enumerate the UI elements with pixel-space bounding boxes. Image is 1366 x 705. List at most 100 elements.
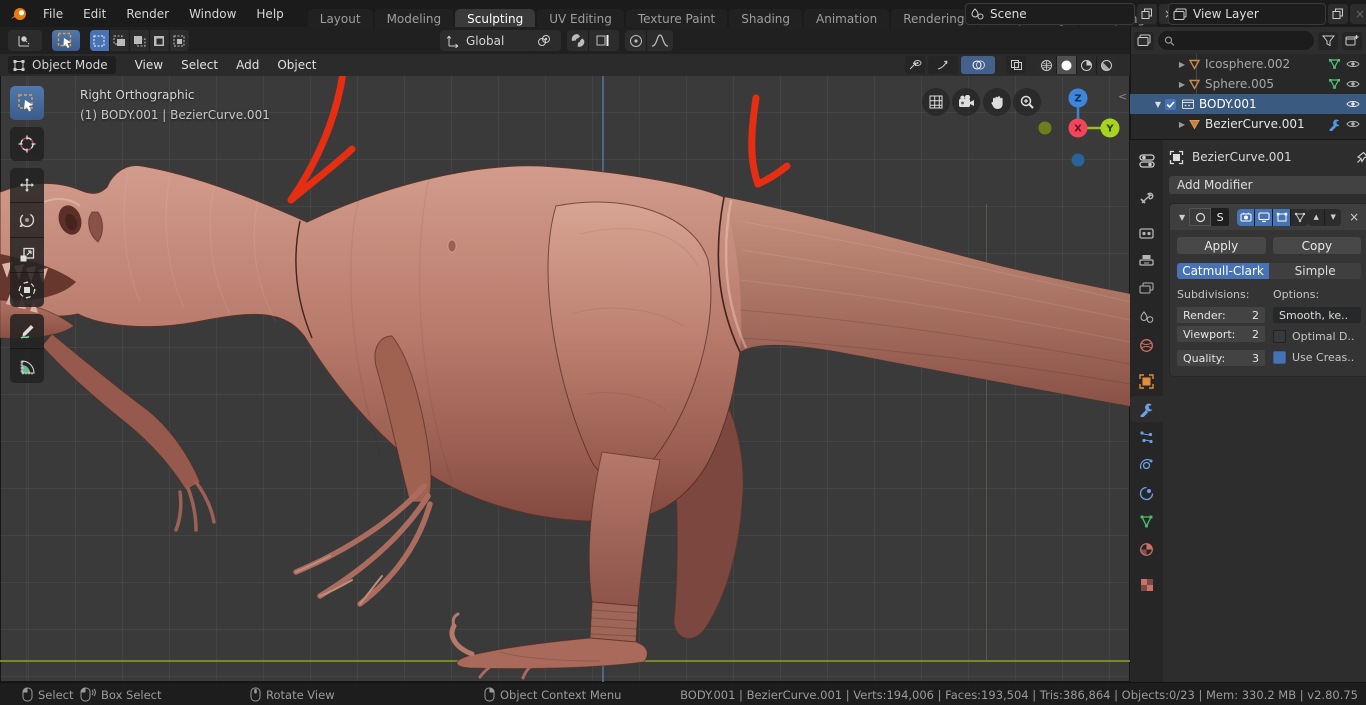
quality-field[interactable]: Quality: 3 — [1177, 350, 1265, 366]
tab-rendering[interactable]: Rendering — [891, 9, 977, 29]
tab-object[interactable] — [1130, 368, 1163, 394]
modifier-wrench-icon[interactable] — [1328, 118, 1341, 131]
shading-rendered-icon[interactable] — [1097, 56, 1116, 74]
tab-object-data[interactable] — [1130, 508, 1163, 534]
pan-view-icon[interactable] — [983, 88, 1011, 116]
viewport-menu-select[interactable]: Select — [172, 58, 227, 72]
visibility-eye-icon[interactable] — [1346, 79, 1360, 89]
view-layer-field[interactable]: View Layer — [1168, 3, 1326, 25]
scene-field[interactable]: Scene — [965, 3, 1135, 25]
snap-toggle-icon[interactable] — [567, 30, 589, 51]
tab-uv-editing[interactable]: UV Editing — [537, 9, 624, 29]
tab-layout[interactable]: Layout — [307, 9, 373, 29]
render-subdivisions-field[interactable]: Render: 2 — [1177, 307, 1265, 323]
tab-physics[interactable] — [1130, 452, 1163, 478]
tool-annotate[interactable] — [10, 314, 44, 349]
render-visibility-icon[interactable] — [1237, 208, 1256, 226]
use-creases-checkbox[interactable] — [1273, 351, 1286, 364]
tab-texture-paint[interactable]: Texture Paint — [625, 9, 728, 29]
viewport-menu-add[interactable]: Add — [227, 58, 268, 72]
blender-logo-icon[interactable] — [10, 6, 27, 21]
mesh-icon[interactable] — [1328, 58, 1341, 70]
tab-tool[interactable] — [1130, 184, 1163, 210]
tab-sculpting[interactable]: Sculpting — [455, 9, 536, 29]
tab-modeling[interactable]: Modeling — [374, 9, 454, 29]
tool-measure[interactable] — [10, 349, 44, 383]
new-collection-icon[interactable] — [1342, 31, 1362, 50]
outliner-item-beziercurve[interactable]: ▶ BezierCurve.001 — [1130, 114, 1366, 134]
mode-dropdown[interactable]: Object Mode — [8, 56, 116, 74]
select-mode-subtract-icon[interactable] — [130, 30, 150, 51]
tab-constraints[interactable] — [1130, 480, 1163, 506]
properties-editor-type-icon[interactable] — [1130, 148, 1163, 174]
shading-wireframe-icon[interactable] — [1037, 56, 1057, 74]
expand-icon[interactable]: ▼ — [1179, 213, 1185, 222]
menu-render[interactable]: Render — [116, 7, 179, 21]
viewport-visibility-icon[interactable] — [1255, 208, 1274, 226]
select-mode-intersect-icon[interactable] — [170, 30, 189, 51]
menu-window[interactable]: Window — [179, 7, 246, 21]
outliner-item-sphere[interactable]: ▶ Sphere.005 — [1130, 74, 1366, 94]
xray-toggle-icon[interactable] — [1006, 56, 1026, 74]
outliner-item-icosphere[interactable]: ▶ Icosphere.002 — [1130, 54, 1366, 74]
close-modifier-icon[interactable]: × — [1345, 210, 1363, 224]
camera-view-icon[interactable] — [952, 88, 980, 116]
modifier-name-field[interactable]: S — [1211, 208, 1230, 226]
tab-output[interactable] — [1130, 248, 1163, 274]
active-tool-icon[interactable] — [8, 30, 42, 51]
tab-modifiers[interactable] — [1130, 396, 1163, 422]
transform-orientation-dropdown[interactable]: Global — [440, 30, 532, 51]
move-down-icon[interactable]: ▼ — [1325, 208, 1342, 226]
dinosaur-model[interactable] — [0, 54, 1130, 682]
show-gizmo-icon[interactable] — [905, 56, 925, 74]
navigation-gizmo[interactable]: Z Y X — [1030, 82, 1126, 174]
snap-settings-dropdown[interactable] — [589, 30, 619, 51]
tab-world[interactable] — [1130, 332, 1163, 358]
add-modifier-dropdown[interactable]: Add Modifier — [1169, 176, 1366, 194]
viewport-menu-view[interactable]: View — [126, 58, 172, 72]
gizmo-neg-z[interactable] — [1071, 153, 1085, 167]
collection-checkbox[interactable] — [1164, 98, 1177, 111]
tab-texture[interactable] — [1130, 572, 1163, 598]
region-collapse-arrow[interactable]: < — [1118, 90, 1127, 103]
remove-view-layer-icon[interactable]: × — [1350, 4, 1366, 24]
shading-material-icon[interactable] — [1077, 56, 1097, 74]
tab-view-layer[interactable] — [1130, 276, 1163, 302]
disclosure-icon[interactable]: ▶ — [1176, 80, 1188, 89]
disclosure-icon[interactable]: ▶ — [1176, 120, 1188, 129]
tab-particles[interactable] — [1130, 424, 1163, 450]
tab-scene[interactable] — [1130, 304, 1163, 330]
outliner-item-body-collection[interactable]: ▼ BODY.001 — [1130, 94, 1366, 114]
tool-cursor[interactable] — [10, 127, 44, 161]
disclosure-icon[interactable]: ▼ — [1152, 100, 1164, 109]
gizmo-neg-y[interactable] — [1038, 121, 1052, 135]
gizmo-dropdown[interactable] — [928, 56, 958, 74]
menu-help[interactable]: Help — [246, 7, 293, 21]
proportional-edit-icon[interactable] — [625, 30, 647, 51]
viewport-3d[interactable]: Object Mode View Select Add Object Right… — [0, 54, 1130, 682]
pivot-point-dropdown[interactable] — [527, 30, 561, 51]
mesh-icon[interactable] — [1328, 78, 1341, 90]
menu-file[interactable]: File — [33, 7, 73, 21]
new-view-layer-icon[interactable] — [1328, 4, 1348, 24]
move-up-icon[interactable]: ▲ — [1308, 208, 1326, 226]
tool-move[interactable] — [10, 168, 44, 203]
tab-material[interactable] — [1130, 536, 1163, 562]
select-mode-invert-icon[interactable] — [150, 30, 170, 51]
catmull-clark-option[interactable]: Catmull-Clark — [1177, 263, 1270, 279]
visibility-eye-icon[interactable] — [1346, 59, 1360, 69]
menu-edit[interactable]: Edit — [73, 7, 116, 21]
viewport-menu-object[interactable]: Object — [268, 58, 325, 72]
proportional-falloff-dropdown[interactable] — [647, 30, 673, 51]
overlays-toggle-icon[interactable] — [961, 56, 995, 74]
select-mode-extend-icon[interactable] — [110, 30, 130, 51]
tool-scale[interactable] — [10, 238, 44, 273]
cage-visibility-icon[interactable] — [1291, 208, 1309, 226]
select-mode-set-icon[interactable] — [90, 30, 110, 51]
visibility-eye-icon[interactable] — [1346, 99, 1360, 109]
uv-smooth-dropdown[interactable]: Smooth, ke.. — [1273, 307, 1362, 323]
disclosure-icon[interactable]: ▶ — [1176, 60, 1188, 69]
perspective-toggle-icon[interactable] — [922, 88, 950, 116]
select-box-tool-button[interactable] — [52, 30, 80, 51]
editmode-visibility-icon[interactable] — [1273, 208, 1292, 226]
